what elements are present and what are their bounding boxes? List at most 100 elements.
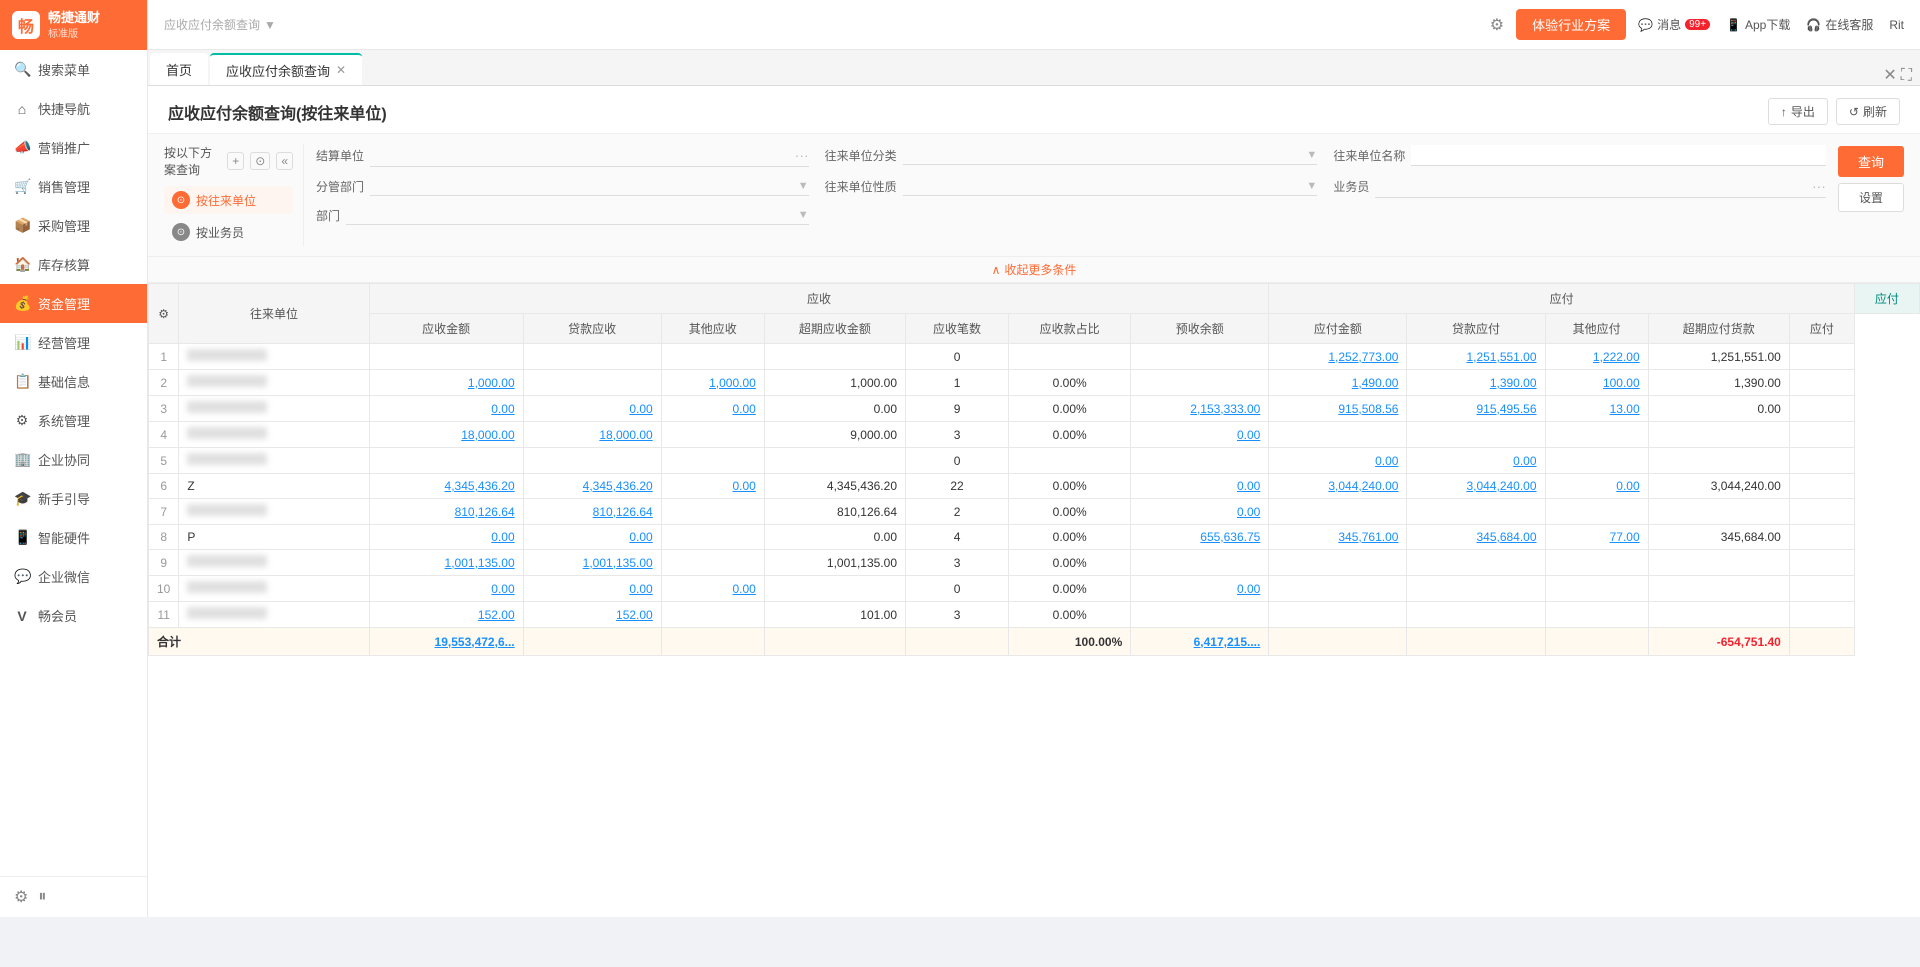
filter-section: 按以下方案查询 + ⊙ « ⊙ 按往来单位 ⊙ 按业务员 结算单位: [148, 134, 1920, 257]
th-ar-loan: 贷款应收: [523, 314, 661, 344]
table-row: 30.000.000.000.0090.00%2,153,333.00915,5…: [149, 396, 1920, 422]
sidebar-item-marketing[interactable]: 📣 营销推广: [0, 128, 147, 167]
logo-subtitle: 标准版: [48, 25, 100, 40]
user-name[interactable]: Rit: [1889, 18, 1904, 32]
home-icon: ⌂: [14, 101, 30, 117]
row-num: 8: [149, 525, 179, 550]
filter-nav: 按以下方案查询 + ⊙ « ⊙ 按往来单位 ⊙ 按业务员: [164, 144, 304, 246]
th-ar-count: 应收笔数: [906, 314, 1009, 344]
cell-partner: Z: [179, 474, 369, 499]
bottom-collapse-icon[interactable]: ⏸: [38, 888, 46, 906]
partner-nature-arrow[interactable]: ▼: [1306, 180, 1317, 192]
sidebar-item-system[interactable]: ⚙ 系统管理: [0, 401, 147, 440]
finance-icon: 💰: [14, 295, 30, 312]
salesman-option-label: 按业务员: [196, 224, 244, 241]
table-row: 101,252,773.001,251,551.001,222.001,251,…: [149, 344, 1920, 370]
filter-settings-btn[interactable]: ⊙: [250, 152, 270, 170]
partner-name-label: 往来单位名称: [1333, 147, 1405, 164]
th-ap-last: 应付: [1789, 314, 1854, 344]
online-service-btn[interactable]: 🎧 在线客服: [1806, 16, 1873, 33]
filter-option-by-partner[interactable]: ⊙ 按往来单位: [164, 186, 293, 214]
setting-button[interactable]: 设置: [1838, 183, 1904, 212]
filter-settlement-unit: 结算单位 ···: [316, 144, 809, 167]
main-content: 首页 应收应付余额查询 ✕ ✕ ⛶ 应收应付余额查询(按往来单位) ↑ 导出 ↺…: [148, 50, 1920, 917]
sidebar-item-beginner[interactable]: 🎓 新手引导: [0, 479, 147, 518]
fullscreen-icon[interactable]: ⛶: [1901, 67, 1912, 85]
message-btn[interactable]: 💬 消息 99+: [1638, 16, 1710, 33]
export-button[interactable]: ↑ 导出: [1768, 98, 1828, 125]
sidebar-item-label: 系统管理: [38, 411, 90, 430]
sidebar-item-basic-info[interactable]: 📋 基础信息: [0, 362, 147, 401]
collapse-more-btn[interactable]: ∧ 收起更多条件: [148, 257, 1920, 283]
row-num: 10: [149, 576, 179, 602]
sidebar-item-label: 基础信息: [38, 372, 90, 391]
filter-option-by-salesman[interactable]: ⊙ 按业务员: [164, 218, 293, 246]
bottom-settings-icon[interactable]: ⚙: [14, 887, 28, 907]
th-ap-other: 其他应付: [1545, 314, 1648, 344]
sidebar-item-label: 快捷导航: [38, 99, 90, 118]
table-row: 91,001,135.001,001,135.001,001,135.0030.…: [149, 550, 1920, 576]
query-button[interactable]: 查询: [1838, 146, 1904, 177]
department-arrow[interactable]: ▼: [798, 209, 809, 221]
basic-info-icon: 📋: [14, 373, 30, 390]
sidebar-item-corp-wechat[interactable]: 💬 企业微信: [0, 557, 147, 596]
salesman-option-icon: ⊙: [172, 223, 190, 241]
topbar: 应收应付余额查询 ▼ ⚙ 体验行业方案 💬 消息 99+ 📱 App下载 🎧 在…: [148, 0, 1920, 50]
division-label: 分管部门: [316, 178, 364, 195]
sidebar-item-corp-collab[interactable]: 🏢 企业协同: [0, 440, 147, 479]
sidebar-item-inventory[interactable]: 🏠 库存核算: [0, 245, 147, 284]
table-row: 7810,126.64810,126.64810,126.6420.00%0.0…: [149, 499, 1920, 525]
cell-partner: [179, 448, 369, 474]
th-partner: 往来单位: [179, 284, 369, 344]
filter-salesman: 业务员 ···: [1333, 175, 1826, 198]
partner-category-arrow[interactable]: ▼: [1306, 149, 1317, 161]
message-icon: 💬: [1638, 18, 1653, 32]
cell-partner: [179, 396, 369, 422]
refresh-button[interactable]: ↺ 刷新: [1836, 98, 1900, 125]
table-row: 100.000.000.0000.00%0.00: [149, 576, 1920, 602]
partner-name-input[interactable]: [1411, 145, 1826, 166]
window-close-icon[interactable]: ✕: [1883, 65, 1896, 85]
filter-collapse-btn[interactable]: «: [276, 152, 293, 170]
total-ar-amount[interactable]: 19,553,472,6...: [369, 628, 523, 656]
partner-option-label: 按往来单位: [196, 192, 256, 209]
th-ap-suffix: 应付: [1854, 284, 1919, 314]
division-arrow[interactable]: ▼: [798, 180, 809, 192]
cell-partner: [179, 576, 369, 602]
sidebar-item-vip[interactable]: V 畅会员: [0, 596, 147, 635]
service-label: 在线客服: [1825, 16, 1873, 33]
cell-partner: [179, 602, 369, 628]
app-download-btn[interactable]: 📱 App下载: [1726, 16, 1790, 33]
settlement-unit-dots[interactable]: ···: [795, 147, 809, 163]
promo-button[interactable]: 体验行业方案: [1516, 9, 1626, 40]
salesman-label: 业务员: [1333, 178, 1369, 195]
beginner-icon: 🎓: [14, 490, 30, 507]
sidebar-item-label: 智能硬件: [38, 528, 90, 547]
message-badge: 99+: [1685, 19, 1710, 30]
salesman-dots[interactable]: ···: [1812, 178, 1826, 194]
sidebar-item-purchase[interactable]: 📦 采购管理: [0, 206, 147, 245]
export-label: 导出: [1791, 103, 1815, 120]
sidebar-item-label: 搜索菜单: [38, 60, 90, 79]
sidebar-item-sales[interactable]: 🛒 销售管理: [0, 167, 147, 206]
sidebar-item-search-menu[interactable]: 🔍 搜索菜单: [0, 50, 147, 89]
sidebar-item-smart-hw[interactable]: 📱 智能硬件: [0, 518, 147, 557]
cell-partner: [179, 499, 369, 525]
sidebar-item-quick-nav[interactable]: ⌂ 快捷导航: [0, 89, 147, 128]
sidebar-item-label: 采购管理: [38, 216, 90, 235]
data-table-area: ⚙ 往来单位 应收 应付 应付 应收金额 贷款应收 其他应收 超期应收金额 应收…: [148, 283, 1920, 917]
partner-nature-label: 往来单位性质: [825, 178, 897, 195]
sidebar-item-operations[interactable]: 📊 经营管理: [0, 323, 147, 362]
total-ar-prepay[interactable]: 6,417,215....: [1131, 628, 1269, 656]
collapse-icon: ∧: [992, 263, 1001, 277]
breadcrumb-dropdown-icon[interactable]: ▼: [264, 18, 276, 32]
settings-gear-icon[interactable]: ⚙: [1490, 15, 1504, 35]
tab-home[interactable]: 首页: [150, 53, 208, 85]
search-menu-icon: 🔍: [14, 61, 30, 78]
th-settings[interactable]: ⚙: [149, 284, 179, 344]
tab-close-icon[interactable]: ✕: [336, 63, 346, 77]
sidebar-item-finance[interactable]: 💰 资金管理: [0, 284, 147, 323]
filter-add-btn[interactable]: +: [227, 152, 244, 170]
row-num: 1: [149, 344, 179, 370]
tab-ar-ap[interactable]: 应收应付余额查询 ✕: [210, 53, 362, 85]
